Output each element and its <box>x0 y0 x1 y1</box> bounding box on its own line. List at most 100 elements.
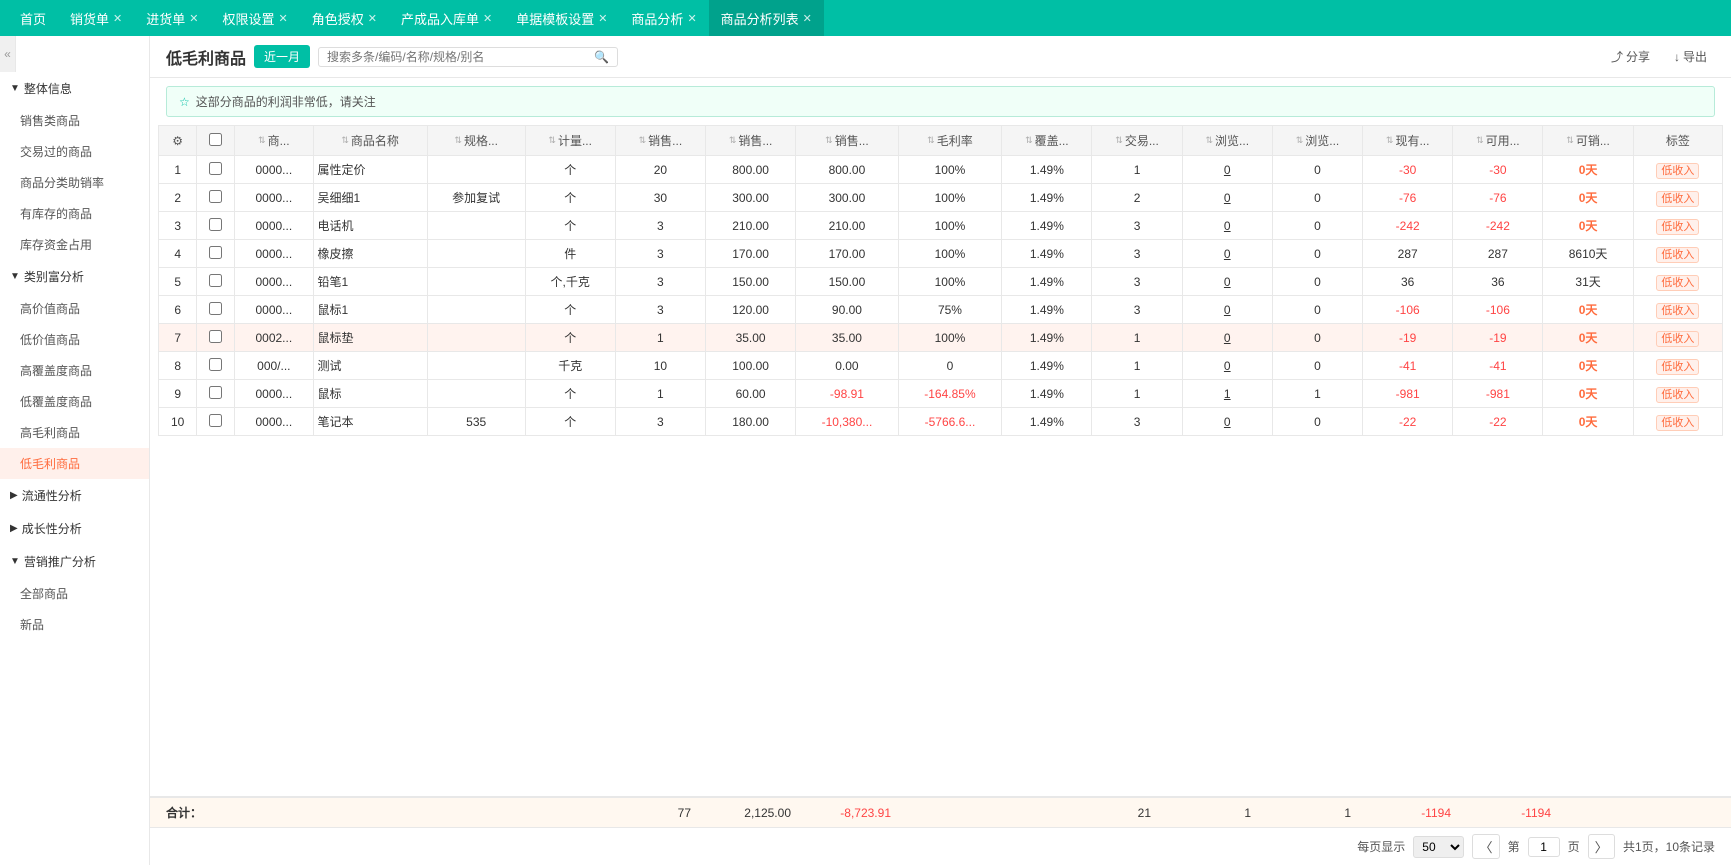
col-checkbox[interactable] <box>197 126 235 156</box>
sidebar-group-category[interactable]: ▼ 类别富分析 <box>0 260 149 293</box>
sidebar-item-sales-goods[interactable]: 销售类商品 <box>0 105 149 136</box>
nav-purchase-order[interactable]: 进货单 ✕ <box>134 0 210 36</box>
nav-product-entry[interactable]: 产成品入库单 ✕ <box>389 0 504 36</box>
nav-role-auth[interactable]: 角色授权 ✕ <box>300 0 389 36</box>
close-role-auth-icon[interactable]: ✕ <box>368 12 377 25</box>
cell-available: 36 <box>1453 268 1543 296</box>
cell-checkbox[interactable] <box>197 240 235 268</box>
sidebar-item-all-goods[interactable]: 全部商品 <box>0 578 149 609</box>
export-button[interactable]: ↓ 导出 <box>1666 44 1715 69</box>
totals-transactions: 21 <box>1075 806 1155 820</box>
sidebar-item-low-value[interactable]: 低价值商品 <box>0 324 149 355</box>
col-coverage[interactable]: ⇅覆盖... <box>1002 126 1092 156</box>
col-available[interactable]: ⇅可用... <box>1453 126 1543 156</box>
sidebar-group-overall[interactable]: ▼ 整体信息 <box>0 72 149 105</box>
page-input[interactable] <box>1528 837 1560 857</box>
col-current-stock[interactable]: ⇅现有... <box>1363 126 1453 156</box>
sidebar-group-growth[interactable]: ▶ 成长性分析 <box>0 512 149 545</box>
cell-checkbox[interactable] <box>197 212 235 240</box>
col-transactions[interactable]: ⇅交易... <box>1092 126 1182 156</box>
col-gross-margin[interactable]: ⇅毛利率 <box>898 126 1002 156</box>
sidebar-item-high-value[interactable]: 高价值商品 <box>0 293 149 324</box>
sidebar-group-marketing[interactable]: ▼ 营销推广分析 <box>0 545 149 578</box>
col-settings[interactable]: ⚙ <box>159 126 197 156</box>
nav-goods-analysis[interactable]: 商品分析 ✕ <box>619 0 708 36</box>
close-purchase-order-icon[interactable]: ✕ <box>189 12 198 25</box>
cell-transactions: 3 <box>1092 212 1182 240</box>
sidebar-item-high-coverage[interactable]: 高覆盖度商品 <box>0 355 149 386</box>
col-browse1[interactable]: ⇅浏览... <box>1182 126 1272 156</box>
cell-transactions: 1 <box>1092 380 1182 408</box>
col-tag[interactable]: 标签 <box>1633 126 1722 156</box>
cell-checkbox[interactable] <box>197 184 235 212</box>
cell-checkbox[interactable] <box>197 324 235 352</box>
close-sales-order-icon[interactable]: ✕ <box>113 12 122 25</box>
close-goods-analysis-list-icon[interactable]: ✕ <box>803 12 812 25</box>
sidebar-item-high-margin[interactable]: 高毛利商品 <box>0 417 149 448</box>
cell-browse2: 0 <box>1272 212 1362 240</box>
cell-browse1[interactable]: 0 <box>1182 212 1272 240</box>
col-browse2[interactable]: ⇅浏览... <box>1272 126 1362 156</box>
search-icon[interactable]: 🔍 <box>594 50 609 64</box>
cell-sales-qty: 30 <box>615 184 705 212</box>
close-goods-analysis-icon[interactable]: ✕ <box>687 12 696 25</box>
cell-browse1[interactable]: 0 <box>1182 268 1272 296</box>
cell-coverage: 1.49% <box>1002 380 1092 408</box>
cell-tag: 低收入 <box>1633 380 1722 408</box>
sidebar-group-circulation[interactable]: ▶ 流通性分析 <box>0 479 149 512</box>
sidebar-item-capital[interactable]: 库存资金占用 <box>0 229 149 260</box>
select-all-checkbox[interactable] <box>209 133 222 146</box>
cell-checkbox[interactable] <box>197 352 235 380</box>
close-product-entry-icon[interactable]: ✕ <box>483 12 492 25</box>
close-permission-settings-icon[interactable]: ✕ <box>279 12 288 25</box>
nav-template-settings[interactable]: 单据模板设置 ✕ <box>504 0 619 36</box>
cell-checkbox[interactable] <box>197 156 235 184</box>
filter-recent-month-btn[interactable]: 近一月 <box>254 45 310 68</box>
sidebar-item-low-margin[interactable]: 低毛利商品 <box>0 448 149 479</box>
share-button[interactable]: ⤴ 分享 <box>1603 44 1658 69</box>
sidebar-item-new-goods[interactable]: 新品 <box>0 609 149 640</box>
cell-browse1[interactable]: 0 <box>1182 240 1272 268</box>
col-unit[interactable]: ⇅计量... <box>525 126 615 156</box>
cell-browse1[interactable]: 0 <box>1182 352 1272 380</box>
nav-goods-analysis-list[interactable]: 商品分析列表 ✕ <box>709 0 824 36</box>
col-sellable[interactable]: ⇅可销... <box>1543 126 1633 156</box>
cell-browse1[interactable]: 1 <box>1182 380 1272 408</box>
cell-browse1[interactable]: 0 <box>1182 296 1272 324</box>
sidebar-item-category-rate[interactable]: 商品分类助销率 <box>0 167 149 198</box>
col-sales-qty[interactable]: ⇅销售... <box>615 126 705 156</box>
cell-browse1[interactable]: 0 <box>1182 156 1272 184</box>
cell-browse1[interactable]: 0 <box>1182 408 1272 436</box>
cell-tag: 低收入 <box>1633 324 1722 352</box>
col-code[interactable]: ⇅商... <box>235 126 313 156</box>
cell-gross-margin: -164.85% <box>898 380 1002 408</box>
cell-browse1[interactable]: 0 <box>1182 184 1272 212</box>
cell-sales-qty: 10 <box>615 352 705 380</box>
cell-transactions: 1 <box>1092 324 1182 352</box>
col-sales-profit[interactable]: ⇅销售... <box>796 126 898 156</box>
nav-sales-order[interactable]: 销货单 ✕ <box>58 0 134 36</box>
col-spec[interactable]: ⇅规格... <box>427 126 525 156</box>
cell-browse1[interactable]: 0 <box>1182 324 1272 352</box>
close-template-settings-icon[interactable]: ✕ <box>598 12 607 25</box>
sidebar-collapse-btn[interactable]: « <box>0 36 16 72</box>
sidebar-item-in-stock[interactable]: 有库存的商品 <box>0 198 149 229</box>
nav-permission-settings[interactable]: 权限设置 ✕ <box>210 0 299 36</box>
cell-name: 鼠标 <box>313 380 427 408</box>
sidebar-item-low-coverage[interactable]: 低覆盖度商品 <box>0 386 149 417</box>
cell-gross-margin: 100% <box>898 268 1002 296</box>
search-input[interactable] <box>327 50 590 64</box>
col-sales-price[interactable]: ⇅销售... <box>706 126 796 156</box>
col-name[interactable]: ⇅商品名称 <box>313 126 427 156</box>
totals-label: 合计： <box>166 804 202 821</box>
prev-page-btn[interactable]: 〈 <box>1472 834 1499 859</box>
notice-icon: ☆ <box>179 95 190 109</box>
cell-checkbox[interactable] <box>197 380 235 408</box>
nav-home[interactable]: 首页 <box>8 0 58 36</box>
cell-checkbox[interactable] <box>197 268 235 296</box>
cell-checkbox[interactable] <box>197 408 235 436</box>
sidebar-item-traded-goods[interactable]: 交易过的商品 <box>0 136 149 167</box>
cell-checkbox[interactable] <box>197 296 235 324</box>
per-page-select[interactable]: 50 20 100 <box>1413 836 1464 858</box>
next-page-btn[interactable]: 〉 <box>1588 834 1615 859</box>
